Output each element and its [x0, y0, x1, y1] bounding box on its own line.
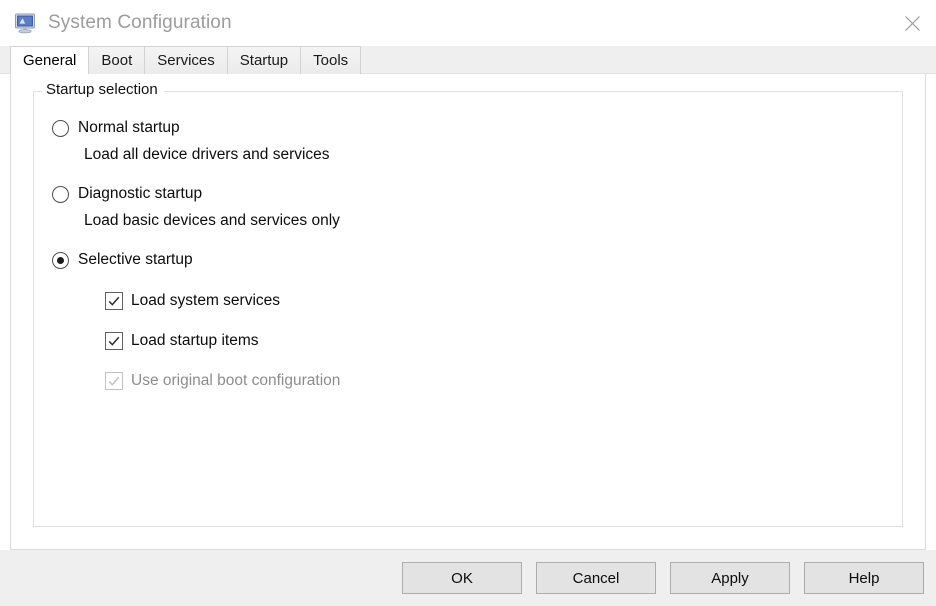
system-configuration-monitor-icon — [14, 12, 36, 34]
tab-general[interactable]: General — [10, 46, 90, 75]
ok-button[interactable]: OK — [402, 562, 522, 594]
normal-startup-description: Load all device drivers and services — [84, 146, 330, 163]
startup-selection-groupbox: Startup selection Normal startup Load al… — [33, 81, 903, 527]
checkbox-use-original-boot-configuration: Use original boot configuration — [105, 370, 902, 392]
radio-normal-startup-label: Normal startup — [78, 119, 180, 136]
tab-startup-label: Startup — [239, 52, 289, 69]
close-icon[interactable] — [889, 0, 936, 46]
tab-content-general: Startup selection Normal startup Load al… — [10, 74, 926, 550]
tab-startup[interactable]: Startup — [226, 46, 302, 74]
window-title: System Configuration — [48, 12, 232, 33]
dialog-footer: OK Cancel Apply Help — [0, 550, 936, 606]
tab-services-label: Services — [157, 52, 215, 69]
radio-selective-startup-label: Selective startup — [78, 251, 193, 268]
startup-selection-body: Normal startup Load all device drivers a… — [34, 92, 902, 392]
radio-selective-startup-indicator — [52, 251, 69, 269]
radio-normal-startup[interactable]: Normal startup — [52, 116, 902, 140]
checkbox-use-original-boot-configuration-label: Use original boot configuration — [131, 372, 341, 389]
checkbox-load-startup-items-label: Load startup items — [131, 332, 259, 349]
tab-tools-label: Tools — [313, 52, 349, 69]
apply-button[interactable]: Apply — [670, 562, 790, 594]
tab-tools[interactable]: Tools — [300, 46, 362, 74]
tab-services[interactable]: Services — [144, 46, 228, 74]
radio-diagnostic-startup[interactable]: Diagnostic startup — [52, 182, 902, 206]
title-bar: System Configuration — [0, 0, 936, 46]
checkbox-load-startup-items[interactable]: Load startup items — [105, 330, 902, 352]
diagnostic-startup-description: Load basic devices and services only — [84, 212, 340, 229]
checkbox-load-system-services-label: Load system services — [131, 292, 281, 309]
tab-boot[interactable]: Boot — [88, 46, 146, 74]
checkbox-load-system-services-box — [105, 292, 123, 310]
help-button[interactable]: Help — [804, 562, 924, 594]
radio-diagnostic-startup-label: Diagnostic startup — [78, 185, 203, 202]
radio-normal-startup-indicator — [52, 119, 69, 137]
checkbox-load-startup-items-box — [105, 332, 123, 350]
cancel-button[interactable]: Cancel — [536, 562, 656, 594]
tab-boot-label: Boot — [101, 52, 133, 69]
radio-diagnostic-startup-indicator — [52, 185, 69, 203]
startup-selection-legend: Startup selection — [42, 81, 164, 98]
checkbox-load-system-services[interactable]: Load system services — [105, 290, 902, 312]
radio-selective-startup[interactable]: Selective startup — [52, 248, 902, 272]
tab-bar: General Boot Services Startup Tools — [0, 46, 936, 75]
system-configuration-window: System Configuration General Boot Servic… — [0, 0, 936, 606]
checkbox-use-original-boot-configuration-box — [105, 372, 123, 390]
tab-general-label: General — [23, 52, 77, 69]
